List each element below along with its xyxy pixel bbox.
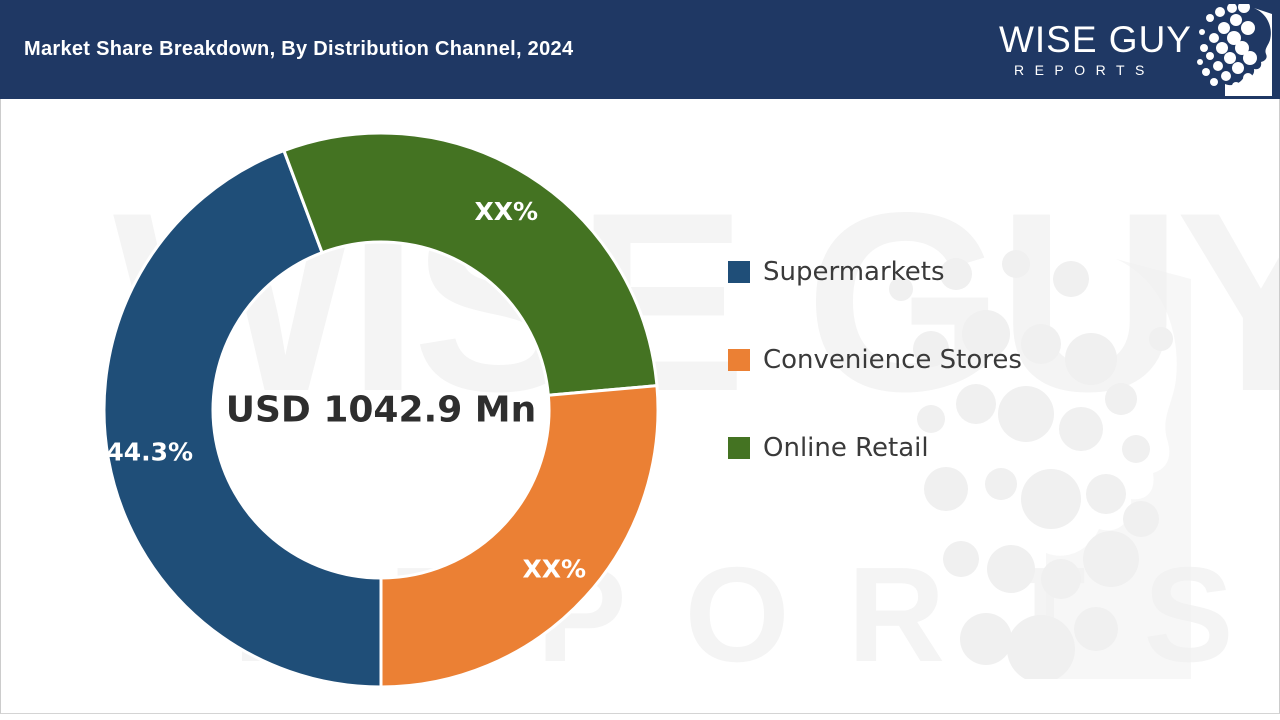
slice-label-online-retail: XX% xyxy=(474,197,538,226)
chart-area: WISE GUY REPORTS 44.3% XX% XX% USD 1042.9 … xyxy=(0,99,1280,714)
slice-label-convenience-stores: XX% xyxy=(523,554,587,583)
header-bar: Market Share Breakdown, By Distribution … xyxy=(0,0,1280,99)
legend-swatch xyxy=(728,349,750,371)
logo-head-dots-icon xyxy=(1197,3,1272,96)
legend-swatch xyxy=(728,437,750,459)
legend-label: Supermarkets xyxy=(763,257,945,287)
legend-item: Online Retail xyxy=(728,433,1022,463)
page-title: Market Share Breakdown, By Distribution … xyxy=(24,38,574,60)
legend-swatch xyxy=(728,261,750,283)
wiseguy-logo: WISE GUY REPORTS xyxy=(999,0,1272,99)
logo-text: WISE GUY REPORTS xyxy=(999,21,1192,78)
legend-item: Supermarkets xyxy=(728,257,1022,287)
page: Market Share Breakdown, By Distribution … xyxy=(0,0,1280,720)
legend-label: Online Retail xyxy=(763,433,929,463)
slice-label-supermarkets: 44.3% xyxy=(106,438,193,467)
logo-wordmark: WISE GUY xyxy=(998,19,1192,60)
legend-label: Convenience Stores xyxy=(763,345,1022,375)
donut-slice-online-retail xyxy=(281,131,659,397)
donut-chart: 44.3% XX% XX% xyxy=(102,131,660,689)
donut-center-label: USD 1042.9 Mn xyxy=(225,389,537,431)
legend: Supermarkets Convenience Stores Online Ret… xyxy=(728,257,1022,523)
legend-item: Convenience Stores xyxy=(728,345,1022,375)
donut-slice-convenience-stores xyxy=(379,384,660,689)
logo-subtext: REPORTS xyxy=(1013,62,1155,78)
